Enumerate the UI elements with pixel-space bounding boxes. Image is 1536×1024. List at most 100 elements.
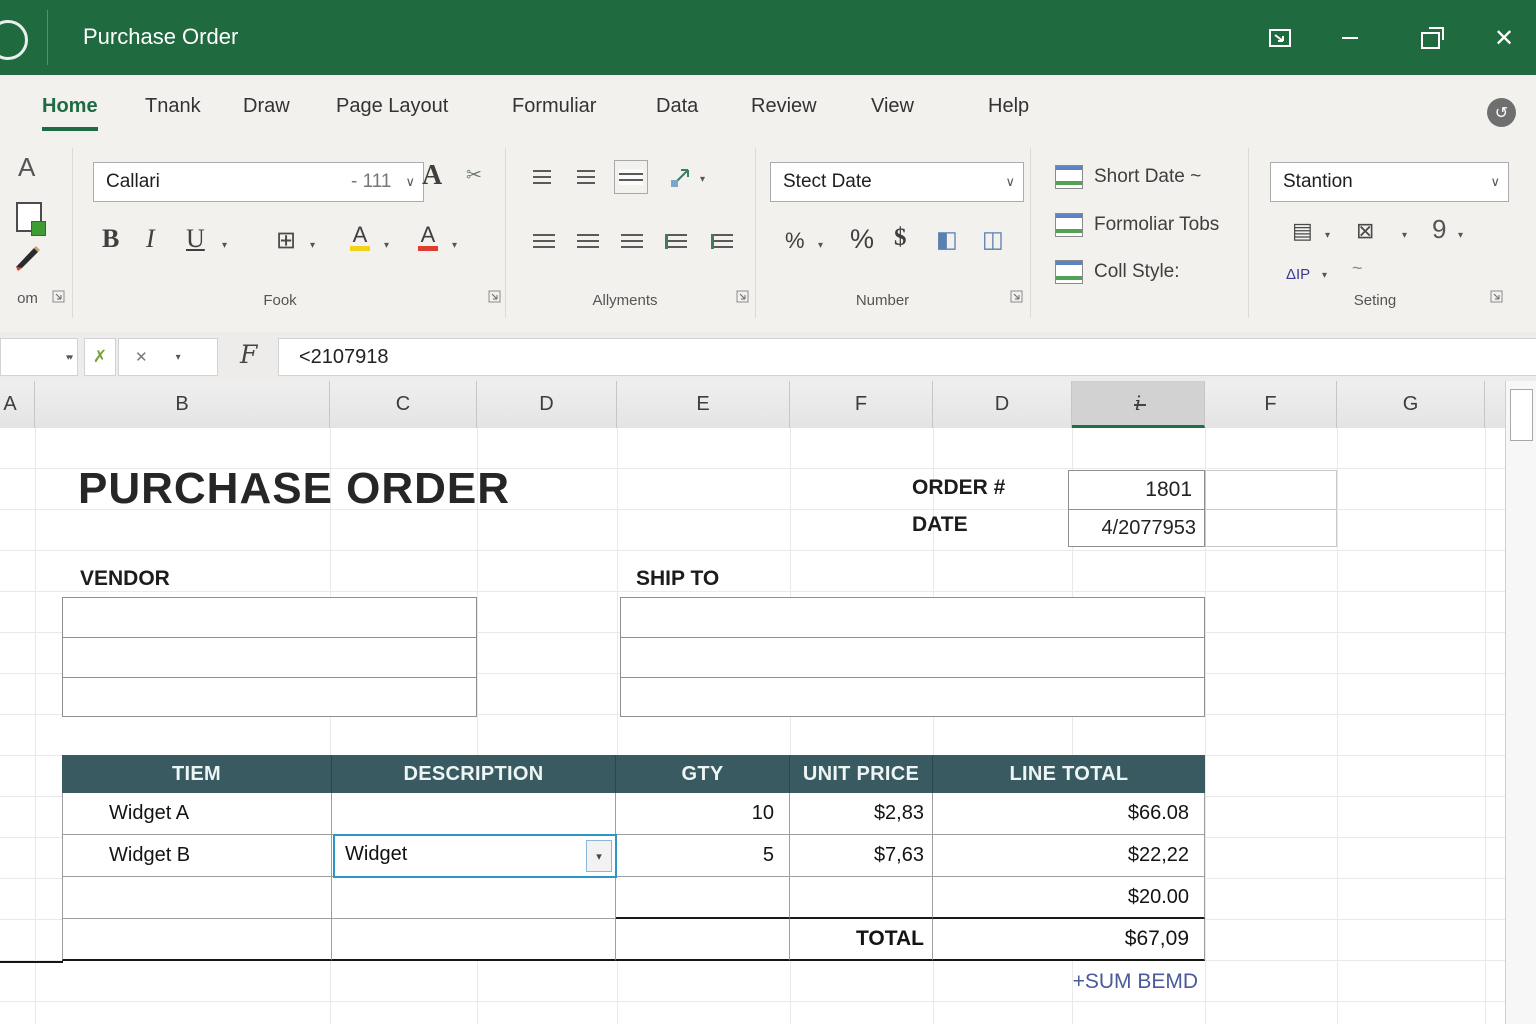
column-header-d[interactable]: D (477, 381, 617, 428)
italic-icon[interactable]: I (146, 224, 155, 254)
style-coll-style[interactable]: Coll Style: (1094, 261, 1180, 283)
description-cell[interactable] (332, 793, 616, 835)
tab-data[interactable]: Data (656, 95, 698, 118)
align-bottom-icon[interactable] (614, 160, 648, 194)
po-title[interactable]: PURCHASE ORDER (78, 464, 510, 514)
vendor-row[interactable] (63, 638, 476, 678)
vertical-scrollbar[interactable] (1505, 381, 1536, 1024)
accounting-dropdown-icon[interactable]: ▾ (818, 240, 823, 251)
underline-icon[interactable]: U (186, 224, 205, 254)
style-formoliar-tobs[interactable]: Formoliar Tobs (1094, 214, 1219, 236)
align-center-icon[interactable] (577, 234, 599, 249)
tab-home[interactable]: Home (42, 95, 98, 131)
setting-dialog-launcher-icon[interactable] (1490, 290, 1503, 303)
app-logo-icon[interactable] (0, 20, 28, 60)
shipto-row[interactable] (621, 638, 1204, 678)
alignment-dialog-launcher-icon[interactable] (736, 290, 749, 303)
ribbon-display-options-icon[interactable] (1258, 18, 1302, 58)
column-header-f[interactable]: F (790, 381, 933, 428)
accounting-format-icon[interactable]: % (785, 228, 805, 254)
font-color-dropdown-icon[interactable]: ▾ (452, 240, 457, 251)
order-number-cell[interactable]: 1801 (1069, 471, 1204, 510)
format-painter-icon[interactable] (12, 242, 42, 277)
item-cell[interactable]: Widget A (62, 793, 332, 835)
order-number-label[interactable]: ORDER # (912, 476, 1005, 500)
col-header-qty[interactable]: GTY (616, 755, 790, 793)
borders-icon[interactable]: ⊞ (276, 226, 296, 255)
vendor-label[interactable]: VENDOR (80, 567, 170, 591)
font-size-chevron-icon[interactable]: ∨ (405, 174, 423, 190)
vendor-box[interactable] (62, 597, 477, 717)
clipboard-dialog-launcher-icon[interactable] (52, 290, 65, 303)
orientation-dropdown-icon[interactable]: ▾ (700, 174, 705, 185)
font-color-icon[interactable]: A (418, 222, 438, 251)
column-header-f2[interactable]: F (1205, 381, 1337, 428)
insert-function-chevron-icon[interactable]: ▾ (176, 352, 181, 363)
increase-indent-icon[interactable] (711, 234, 733, 249)
column-header-g[interactable]: G (1337, 381, 1485, 428)
col-header-item[interactable]: TIEM (62, 755, 332, 793)
bold-icon[interactable]: B (102, 224, 119, 254)
col-header-line-total[interactable]: LINE TOTAL (933, 755, 1205, 793)
qty-cell[interactable] (616, 877, 790, 919)
vendor-row[interactable] (63, 598, 476, 638)
column-header-c[interactable]: C (330, 381, 477, 428)
sum-formula-note[interactable]: +SUM BEMD (933, 970, 1198, 994)
qty-cell[interactable]: 10 (616, 793, 790, 835)
font-name-box[interactable]: Callari - 111 ∨ (93, 162, 424, 202)
fx-icon[interactable]: F (240, 340, 257, 369)
item-cell[interactable] (62, 877, 332, 919)
align-top-icon[interactable] (533, 170, 551, 185)
line-total-cell[interactable]: $22,22 (933, 835, 1205, 877)
column-header-i-selected[interactable]: i (1072, 381, 1205, 428)
borders-dropdown-icon[interactable]: ▾ (310, 240, 315, 251)
line-total-cell[interactable]: $66.08 (933, 793, 1205, 835)
decrease-decimal-icon[interactable]: ◫ (982, 226, 1004, 253)
delete-cells-icon[interactable]: ⊠ (1356, 218, 1374, 244)
increase-font-icon[interactable]: A (422, 160, 442, 192)
enter-button[interactable]: ✗ (84, 338, 116, 376)
column-header-b[interactable]: B (35, 381, 330, 428)
style-short-date[interactable]: Short Date ~ (1094, 166, 1201, 188)
date-cell[interactable]: 4/2077953 (1069, 510, 1204, 547)
restore-icon[interactable] (1408, 18, 1452, 58)
total-row-cell[interactable] (332, 919, 616, 961)
cancel-icon[interactable]: ✕ (135, 348, 148, 366)
description-cell[interactable] (332, 877, 616, 919)
shipto-row[interactable] (621, 678, 1204, 718)
vendor-row[interactable] (63, 678, 476, 718)
number-dialog-launcher-icon[interactable] (1010, 290, 1023, 303)
tab-page-layout[interactable]: Page Layout (336, 95, 448, 118)
unit-price-cell[interactable] (790, 877, 933, 919)
column-header-e[interactable]: E (617, 381, 790, 428)
name-box-chevron-icon[interactable]: ▾▾ (66, 352, 77, 363)
highlight-color-icon[interactable]: A (350, 222, 370, 251)
item-cell[interactable]: Widget B (62, 835, 332, 877)
tab-view[interactable]: View (871, 95, 914, 118)
tab-tnank[interactable]: Tnank (145, 95, 201, 118)
highlight-dropdown-icon[interactable]: ▾ (384, 240, 389, 251)
unit-price-cell[interactable]: $2,83 (790, 793, 933, 835)
empty-cells[interactable] (1205, 470, 1337, 547)
sort-dropdown-icon[interactable]: ▾ (1322, 270, 1327, 281)
currency-icon[interactable]: $ (894, 224, 907, 252)
total-row-cell[interactable] (616, 919, 790, 961)
shipto-label[interactable]: SHIP TO (636, 567, 719, 591)
insert-dropdown-icon[interactable]: ▾ (1325, 230, 1330, 241)
format-icon[interactable]: 9 (1432, 214, 1446, 245)
total-label-cell[interactable]: TOTAL (790, 919, 933, 961)
insert-cells-icon[interactable]: ▤ (1292, 218, 1313, 244)
align-left-icon[interactable] (533, 234, 555, 249)
col-header-unit-price[interactable]: UNIT PRICE (790, 755, 933, 793)
increase-decimal-icon[interactable]: ◧ (936, 226, 958, 253)
minimize-icon[interactable] (1328, 18, 1372, 58)
delete-dropdown-icon[interactable]: ▾ (1402, 230, 1407, 241)
description-combobox[interactable]: Widget ▾ (333, 834, 617, 878)
format-dropdown-icon[interactable]: ▾ (1458, 230, 1463, 241)
order-date-cells[interactable]: 1801 4/2077953 (1068, 470, 1205, 547)
tab-help[interactable]: Help (988, 95, 1029, 118)
scrollbar-thumb[interactable] (1510, 389, 1533, 441)
share-circle-icon[interactable]: ↺ (1487, 98, 1516, 127)
combobox-dropdown-button[interactable]: ▾ (586, 840, 612, 872)
tab-formuliar[interactable]: Formuliar (512, 95, 596, 118)
